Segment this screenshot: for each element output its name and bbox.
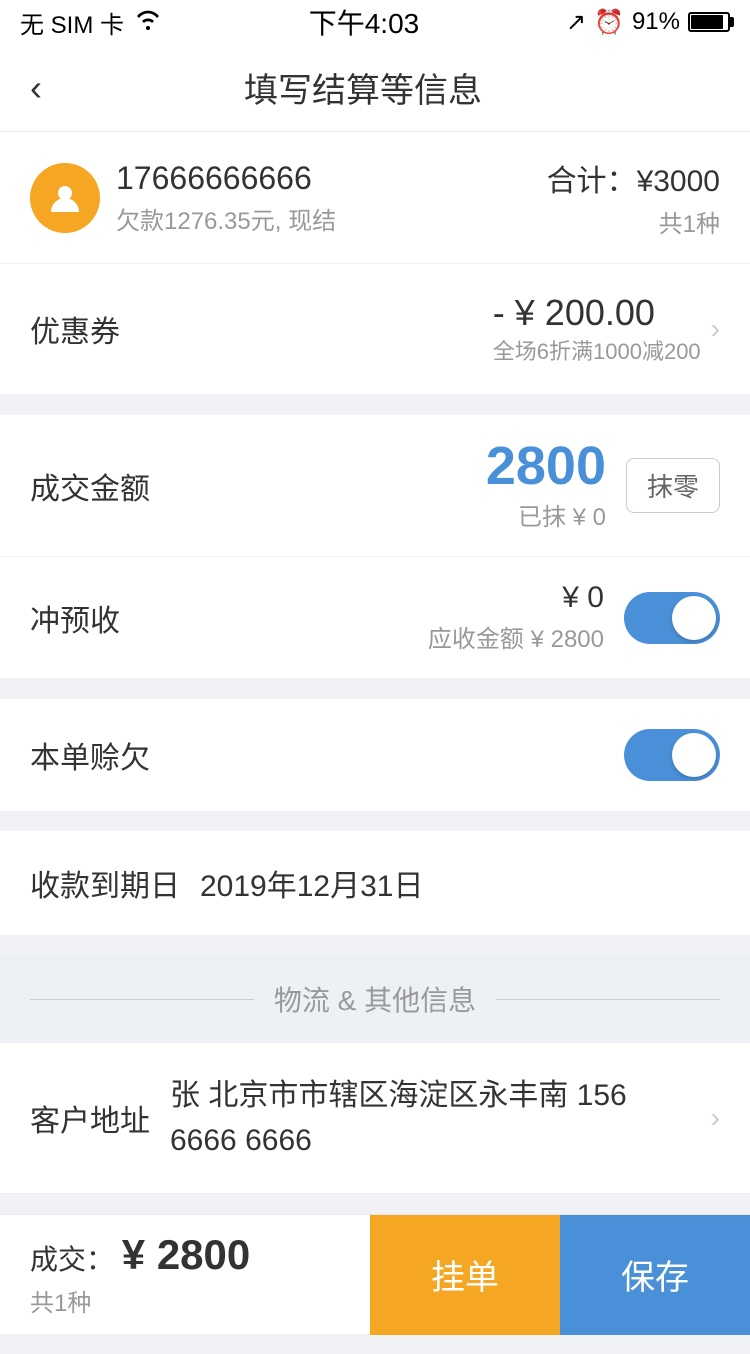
due-date-section: 收款到期日 2019年12月31日 xyxy=(0,831,750,935)
battery-percent: 91% xyxy=(632,8,680,36)
total-amount: 合计：¥3000 xyxy=(547,156,720,200)
total-count: 共1种 xyxy=(547,204,720,239)
coupon-chevron-icon: › xyxy=(711,313,720,345)
status-right: ↗ ⏰ 91% xyxy=(566,8,730,37)
customer-phone: 17666666666 xyxy=(116,160,336,197)
amount-value-block: 2800 已抹 ¥ 0 抹零 xyxy=(486,439,720,532)
location-icon: ↗ xyxy=(566,8,586,37)
total-value: ¥3000 xyxy=(637,165,720,198)
section-gap-1 xyxy=(0,395,750,415)
prepay-label: 冲预收 xyxy=(30,596,120,640)
prepay-toggle[interactable] xyxy=(624,592,720,644)
round-button[interactable]: 抹零 xyxy=(626,458,720,513)
avatar xyxy=(30,163,100,233)
debt-row: 本单赊欠 xyxy=(0,699,750,811)
prepay-amount: ¥ 0 xyxy=(428,581,604,615)
debt-label: 本单赊欠 xyxy=(30,733,150,777)
bottom-bar: 成交： ¥ 2800 共1种 挂单 保存 xyxy=(0,1214,750,1334)
section-gap-4 xyxy=(0,935,750,955)
bottom-count: 共1种 xyxy=(30,1283,340,1318)
customer-debt: 欠款1276.35元, 现结 xyxy=(116,201,336,236)
page-title: 填写结算等信息 xyxy=(52,63,674,112)
prepay-values: ¥ 0 应收金额 ¥ 2800 xyxy=(428,581,604,654)
transaction-sub: 已抹 ¥ 0 xyxy=(486,497,606,532)
bottom-summary: 成交： ¥ 2800 共1种 xyxy=(0,1231,370,1318)
save-button[interactable]: 保存 xyxy=(560,1215,750,1335)
status-time: 下午4:03 xyxy=(309,2,420,42)
status-bar: 无 SIM 卡 下午4:03 ↗ ⏰ 91% xyxy=(0,0,750,44)
section-gap-3 xyxy=(0,811,750,831)
hold-button[interactable]: 挂单 xyxy=(370,1215,560,1335)
bottom-deal-amount: ¥ 2800 xyxy=(122,1231,250,1278)
due-date-label: 收款到期日 xyxy=(30,861,180,905)
address-row[interactable]: 客户地址 张 北京市市辖区海淀区永丰南 156 6666 6666 › xyxy=(0,1043,750,1194)
transaction-amount: 2800 xyxy=(486,439,606,493)
total-label: 合计： xyxy=(547,165,637,198)
logistics-label: 物流 & 其他信息 xyxy=(274,979,476,1019)
address-chevron-icon: › xyxy=(711,1102,720,1134)
transaction-label: 成交金额 xyxy=(30,464,150,508)
carrier-label: 无 SIM 卡 xyxy=(20,5,124,40)
coupon-description: 全场6折满1000减200 xyxy=(493,334,701,366)
customer-left: 17666666666 欠款1276.35元, 现结 xyxy=(30,160,336,236)
due-date-row: 收款到期日 2019年12月31日 xyxy=(0,831,750,935)
logistics-line-right xyxy=(496,999,720,1000)
debt-toggle[interactable] xyxy=(624,729,720,781)
section-gap-2 xyxy=(0,679,750,699)
status-left: 无 SIM 卡 xyxy=(20,5,162,40)
customer-right: 合计：¥3000 共1种 xyxy=(547,156,720,239)
prepay-row: 冲预收 ¥ 0 应收金额 ¥ 2800 xyxy=(0,557,750,679)
back-button[interactable]: ‹ xyxy=(20,57,52,119)
prepay-receivable: 应收金额 ¥ 2800 xyxy=(428,619,604,654)
due-date-value: 2019年12月31日 xyxy=(200,861,423,905)
nav-bar: ‹ 填写结算等信息 xyxy=(0,44,750,132)
bottom-deal-line: 成交： ¥ 2800 xyxy=(30,1231,340,1279)
logistics-header: 物流 & 其他信息 xyxy=(0,955,750,1043)
alarm-icon: ⏰ xyxy=(594,8,624,37)
coupon-row[interactable]: 优惠券 - ¥ 200.00 全场6折满1000减200 › xyxy=(0,264,750,395)
customer-info: 17666666666 欠款1276.35元, 现结 xyxy=(116,160,336,236)
prepay-right: ¥ 0 应收金额 ¥ 2800 xyxy=(428,581,720,654)
battery-icon xyxy=(688,12,730,32)
coupon-discount: - ¥ 200.00 xyxy=(493,292,701,334)
transaction-amount-row: 成交金额 2800 已抹 ¥ 0 抹零 xyxy=(0,415,750,557)
wifi-icon xyxy=(134,8,162,37)
address-value: 张 北京市市辖区海淀区永丰南 156 6666 6666 xyxy=(170,1073,691,1163)
customer-row: 17666666666 欠款1276.35元, 现结 合计：¥3000 共1种 xyxy=(0,132,750,264)
address-label: 客户地址 xyxy=(30,1096,150,1140)
bottom-deal-label: 成交： xyxy=(30,1244,114,1275)
logistics-line-left xyxy=(30,999,254,1000)
coupon-right: - ¥ 200.00 全场6折满1000减200 › xyxy=(493,292,720,366)
coupon-label: 优惠券 xyxy=(30,307,120,351)
